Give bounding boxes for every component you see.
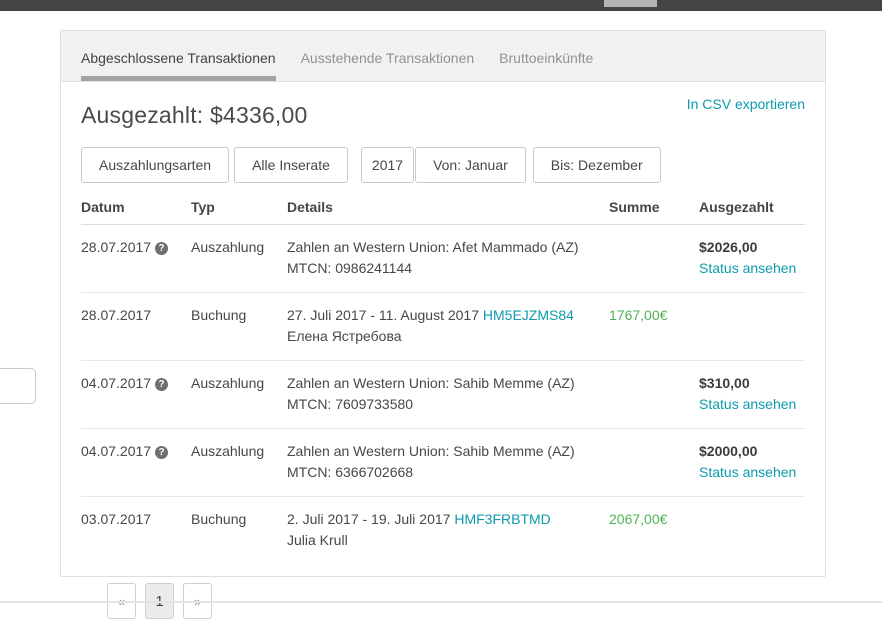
view-status-link[interactable]: Status ansehen bbox=[699, 462, 796, 483]
confirmation-code-link[interactable]: HM5EJZMS84 bbox=[483, 307, 574, 323]
cell-type: Buchung bbox=[191, 511, 247, 527]
filter-to-month[interactable]: Bis: Dezember bbox=[532, 147, 661, 183]
details-text: Zahlen an Western Union: Sahib Memme (AZ… bbox=[287, 443, 575, 459]
filter-row: Auszahlungsarten Alle Inserate 2017 Von:… bbox=[81, 147, 805, 183]
transactions-table: Datum Typ Details Summe Ausgezahlt 28.07… bbox=[81, 199, 805, 564]
col-header-details: Details bbox=[287, 199, 333, 215]
view-status-link[interactable]: Status ansehen bbox=[699, 258, 796, 279]
cell-type: Auszahlung bbox=[191, 239, 265, 255]
scrollbar-thumb[interactable] bbox=[604, 0, 657, 7]
cell-date: 04.07.2017? bbox=[81, 373, 191, 415]
paid-out-amount: $2026,00 bbox=[699, 239, 758, 255]
tab-completed-transactions[interactable]: Abgeschlossene Transaktionen bbox=[81, 31, 276, 81]
filter-from-month[interactable]: Von: Januar bbox=[415, 147, 526, 183]
table-header: Datum Typ Details Summe Ausgezahlt bbox=[81, 199, 805, 225]
left-edge-cutoff-box bbox=[0, 368, 36, 404]
col-header-typ: Typ bbox=[191, 199, 215, 215]
details-text: 27. Juli 2017 - 11. August 2017 bbox=[287, 307, 483, 323]
details-text: Zahlen an Western Union: Sahib Memme (AZ… bbox=[287, 375, 575, 391]
tab-gross-earnings[interactable]: Bruttoeinkünfte bbox=[499, 31, 593, 81]
paid-out-amount: $310,00 bbox=[699, 375, 750, 391]
details-text: Zahlen an Western Union: Afet Mammado (A… bbox=[287, 239, 579, 255]
transactions-card: Abgeschlossene Transaktionen Ausstehende… bbox=[60, 30, 826, 619]
cell-date: 04.07.2017? bbox=[81, 441, 191, 483]
page-title: Ausgezahlt: $4336,00 bbox=[81, 102, 308, 128]
cell-date: 28.07.2017? bbox=[81, 237, 191, 279]
col-header-ausgezahlt: Ausgezahlt bbox=[699, 199, 774, 215]
help-icon[interactable]: ? bbox=[155, 446, 169, 459]
col-header-datum: Datum bbox=[81, 199, 125, 215]
cell-sum: 2067,00€ bbox=[609, 511, 668, 527]
cell-paid-out bbox=[699, 305, 805, 347]
header-row: Ausgezahlt: $4336,00 In CSV exportieren bbox=[81, 95, 805, 129]
cell-details: Zahlen an Western Union: Afet Mammado (A… bbox=[287, 237, 609, 279]
cell-sum bbox=[609, 441, 699, 483]
table-row: 04.07.2017? Auszahlung Zahlen an Western… bbox=[81, 429, 805, 497]
export-csv-link[interactable]: In CSV exportieren bbox=[687, 96, 805, 112]
filter-listings[interactable]: Alle Inserate bbox=[234, 147, 348, 183]
table-row: 28.07.2017? Auszahlung Zahlen an Western… bbox=[81, 225, 805, 293]
table-row: 04.07.2017? Auszahlung Zahlen an Western… bbox=[81, 361, 805, 429]
cell-details: Zahlen an Western Union: Sahib Memme (AZ… bbox=[287, 441, 609, 483]
cell-type: Auszahlung bbox=[191, 375, 265, 391]
table-row: 28.07.2017 Buchung 27. Juli 2017 - 11. A… bbox=[81, 293, 805, 361]
details-secondary: Julia Krull bbox=[287, 532, 348, 548]
cell-sum bbox=[609, 237, 699, 279]
table-row: 03.07.2017 Buchung 2. Juli 2017 - 19. Ju… bbox=[81, 497, 805, 564]
help-icon[interactable]: ? bbox=[155, 378, 169, 391]
cell-details: 27. Juli 2017 - 11. August 2017 HM5EJZMS… bbox=[287, 305, 609, 347]
cell-type: Buchung bbox=[191, 307, 247, 323]
browser-top-bar bbox=[0, 0, 882, 11]
card-content: Ausgezahlt: $4336,00 In CSV exportieren … bbox=[61, 95, 825, 619]
details-text: 2. Juli 2017 - 19. Juli 2017 bbox=[287, 511, 455, 527]
cell-paid-out: $2000,00 Status ansehen bbox=[699, 441, 805, 483]
view-status-link[interactable]: Status ansehen bbox=[699, 394, 796, 415]
cell-type: Auszahlung bbox=[191, 443, 265, 459]
details-secondary: Елена Ястребова bbox=[287, 328, 402, 344]
confirmation-code-link[interactable]: HMF3FRBTMD bbox=[454, 511, 550, 527]
cell-paid-out: $310,00 Status ansehen bbox=[699, 373, 805, 415]
paid-out-amount: $2000,00 bbox=[699, 443, 758, 459]
help-icon[interactable]: ? bbox=[155, 242, 169, 255]
filter-payout-types[interactable]: Auszahlungsarten bbox=[81, 147, 230, 183]
transactions-tabs: Abgeschlossene Transaktionen Ausstehende… bbox=[61, 31, 825, 82]
cell-details: Zahlen an Western Union: Sahib Memme (AZ… bbox=[287, 373, 609, 415]
filter-year[interactable]: 2017 bbox=[360, 147, 415, 183]
tab-pending-transactions[interactable]: Ausstehende Transaktionen bbox=[301, 31, 475, 81]
cell-details: 2. Juli 2017 - 19. Juli 2017 HMF3FRBTMD … bbox=[287, 509, 609, 551]
details-secondary: MTCN: 7609733580 bbox=[287, 396, 414, 412]
cell-paid-out: $2026,00 Status ansehen bbox=[699, 237, 805, 279]
details-secondary: MTCN: 0986241144 bbox=[287, 260, 413, 276]
cell-date: 28.07.2017 bbox=[81, 307, 152, 323]
footer-divider bbox=[0, 601, 882, 603]
cell-date: 03.07.2017 bbox=[81, 511, 152, 527]
cell-sum bbox=[609, 373, 699, 415]
details-secondary: MTCN: 6366702668 bbox=[287, 464, 414, 480]
cell-sum: 1767,00€ bbox=[609, 307, 668, 323]
col-header-summe: Summe bbox=[609, 199, 660, 215]
cell-paid-out bbox=[699, 509, 805, 551]
